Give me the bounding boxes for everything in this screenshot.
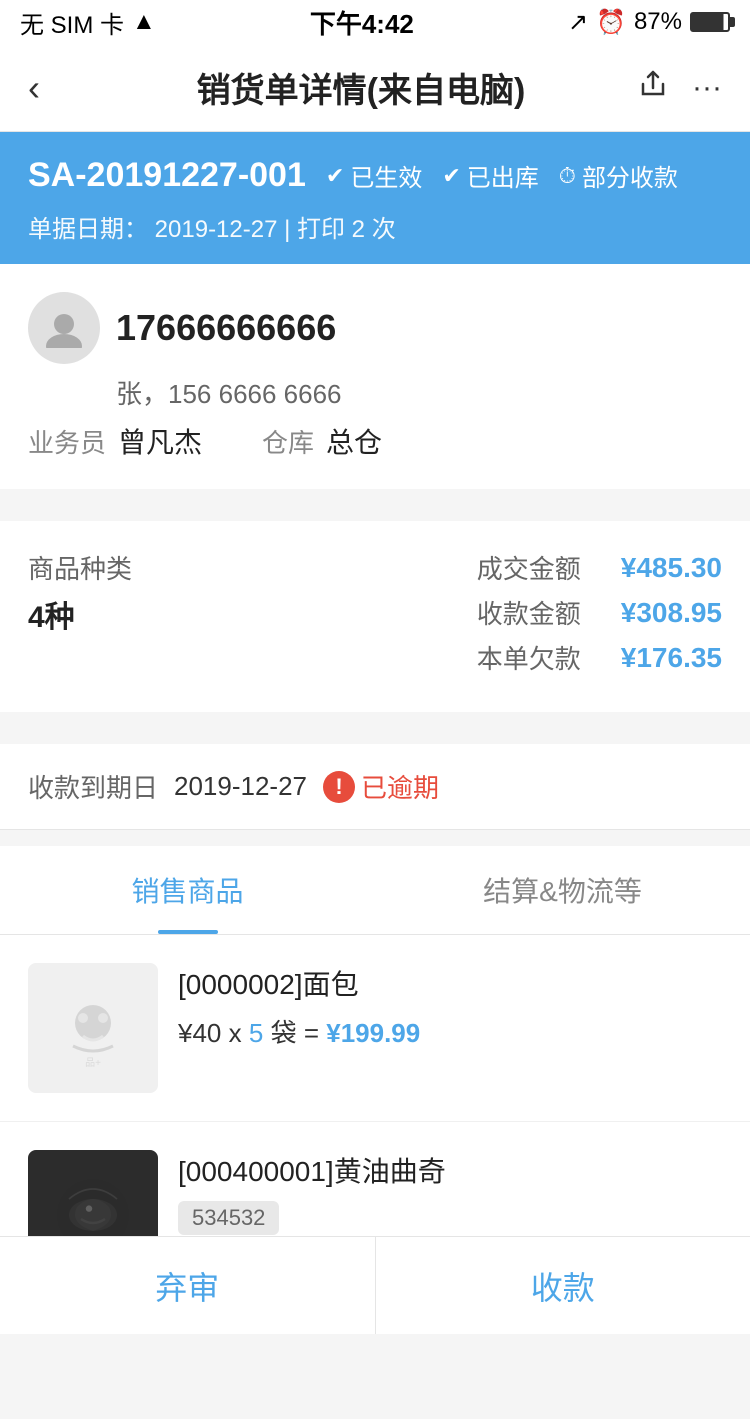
product-price-row-1: ¥40 x 5 袋 = ¥199.99 — [178, 1013, 722, 1050]
nav-actions: ··· — [638, 69, 722, 107]
banner-row1: SA-20191227-001 ✔ 已生效 ✔ 已出库 ⏱ 部分收款 — [28, 156, 722, 195]
due-date-value: 2019-12-27 — [174, 771, 307, 802]
tabs-container: 销售商品 结算&物流等 — [0, 846, 750, 935]
owed-amount-label: 本单欠款 — [477, 639, 581, 676]
status-time: 下午4:42 — [310, 4, 414, 41]
customer-card: 17666666666 张，156 6666 6666 业务员 曾凡杰 仓库 总… — [0, 264, 750, 489]
status-left: 无 SIM 卡 ▲ — [20, 5, 156, 40]
product-thumbnail-1: 品+ — [28, 963, 158, 1093]
product-info-1: [0000002]面包 ¥40 x 5 袋 = ¥199.99 — [178, 963, 722, 1050]
battery-text: 87% — [634, 8, 682, 36]
header-banner: SA-20191227-001 ✔ 已生效 ✔ 已出库 ⏱ 部分收款 单据日期：… — [0, 132, 750, 264]
location-icon: ↗ — [568, 8, 588, 37]
divider3 — [0, 830, 750, 846]
nav-bar: ‹ 销货单详情(来自电脑) ··· — [0, 44, 750, 132]
summary-row: 商品种类 4种 成交金额 ¥485.30 收款金额 ¥308.95 本单欠款 ¥… — [28, 549, 722, 684]
page-title: 销货单详情(来自电脑) — [60, 63, 662, 112]
amount-row-deal: 成交金额 ¥485.30 — [477, 549, 722, 586]
status-shipped: ✔ 已出库 — [442, 158, 538, 193]
goods-count: 4种 — [28, 592, 132, 636]
owed-amount-value: ¥176.35 — [621, 642, 722, 674]
abandon-review-button[interactable]: 弃审 — [0, 1237, 375, 1334]
overdue-badge: ! 已逾期 — [323, 768, 439, 805]
tab-sales-goods[interactable]: 销售商品 — [0, 846, 375, 934]
bottom-spacer — [0, 1321, 750, 1419]
status-right: ↗ ⏰ 87% — [568, 8, 730, 37]
status-effective: ✔ 已生效 — [326, 158, 422, 193]
tab-settlement-logistics[interactable]: 结算&物流等 — [375, 846, 750, 934]
price-eq-1: = — [304, 1018, 326, 1048]
salesperson-name: 曾凡杰 — [118, 421, 202, 461]
svg-text:品+: 品+ — [85, 1057, 101, 1068]
customer-meta: 业务员 曾凡杰 仓库 总仓 — [28, 421, 722, 461]
more-icon[interactable]: ··· — [692, 71, 722, 105]
overdue-icon: ! — [323, 771, 355, 803]
divider2 — [0, 728, 750, 744]
amount-row-owed: 本单欠款 ¥176.35 — [477, 639, 722, 676]
salesperson-label: 业务员 — [28, 423, 106, 460]
salesperson-info: 业务员 曾凡杰 — [28, 421, 202, 461]
summary-section: 商品种类 4种 成交金额 ¥485.30 收款金额 ¥308.95 本单欠款 ¥… — [0, 521, 750, 712]
amount-row-received: 收款金额 ¥308.95 — [477, 594, 722, 631]
summary-left: 商品种类 4种 — [28, 549, 132, 636]
summary-right: 成交金额 ¥485.30 收款金额 ¥308.95 本单欠款 ¥176.35 — [477, 549, 722, 684]
price-total-1: ¥199.99 — [326, 1018, 420, 1048]
due-label: 收款到期日 — [28, 768, 158, 805]
product-name-1: [0000002]面包 — [178, 963, 722, 1003]
back-button[interactable]: ‹ — [28, 70, 40, 106]
unit-1: 袋 — [271, 1018, 297, 1048]
customer-row1: 17666666666 — [28, 292, 722, 364]
status-partial-payment: ⏱ 部分收款 — [559, 158, 678, 193]
price-qty-1: 5 — [249, 1018, 263, 1048]
divider1 — [0, 505, 750, 521]
share-icon[interactable] — [638, 69, 668, 107]
order-id: SA-20191227-001 — [28, 156, 306, 195]
collect-payment-button[interactable]: 收款 — [375, 1237, 750, 1334]
wifi-icon: ▲ — [132, 8, 156, 36]
warehouse-info: 仓库 总仓 — [262, 421, 382, 461]
warehouse-label: 仓库 — [262, 423, 314, 460]
customer-name-phone: 张，156 6666 6666 — [28, 374, 722, 411]
warehouse-name: 总仓 — [326, 421, 382, 461]
product-batch-2: 534532 — [178, 1201, 279, 1235]
customer-phone: 17666666666 — [116, 307, 336, 349]
due-date-section: 收款到期日 2019-12-27 ! 已逾期 — [0, 744, 750, 830]
order-date: 2019-12-27 — [155, 216, 278, 243]
avatar — [28, 292, 100, 364]
goods-type-label: 商品种类 — [28, 549, 132, 586]
carrier-text: 无 SIM 卡 — [20, 5, 124, 40]
status-bar: 无 SIM 卡 ▲ 下午4:42 ↗ ⏰ 87% — [0, 0, 750, 44]
price-x-1: x — [229, 1018, 249, 1048]
received-amount-label: 收款金额 — [477, 594, 581, 631]
alarm-icon: ⏰ — [596, 8, 626, 37]
price-unit-1: ¥40 — [178, 1018, 221, 1048]
check-icon2: ✔ — [442, 163, 460, 189]
banner-date-row: 单据日期： 2019-12-27 | 打印 2 次 — [28, 209, 722, 244]
overdue-text: 已逾期 — [361, 768, 439, 805]
battery-icon — [690, 12, 730, 32]
deal-amount-label: 成交金额 — [477, 549, 581, 586]
product-name-2: [000400001]黄油曲奇 — [178, 1150, 722, 1190]
deal-amount-value: ¥485.30 — [621, 552, 722, 584]
received-amount-value: ¥308.95 — [621, 597, 722, 629]
date-label: 单据日期： — [28, 216, 148, 243]
bottom-bar: 弃审 收款 — [0, 1236, 750, 1334]
print-info: | 打印 2 次 — [284, 216, 396, 243]
product-item: 品+ [0000002]面包 ¥40 x 5 袋 = ¥199.99 — [0, 935, 750, 1122]
check-icon: ✔ — [326, 163, 344, 189]
clock-icon: ⏱ — [559, 163, 576, 189]
